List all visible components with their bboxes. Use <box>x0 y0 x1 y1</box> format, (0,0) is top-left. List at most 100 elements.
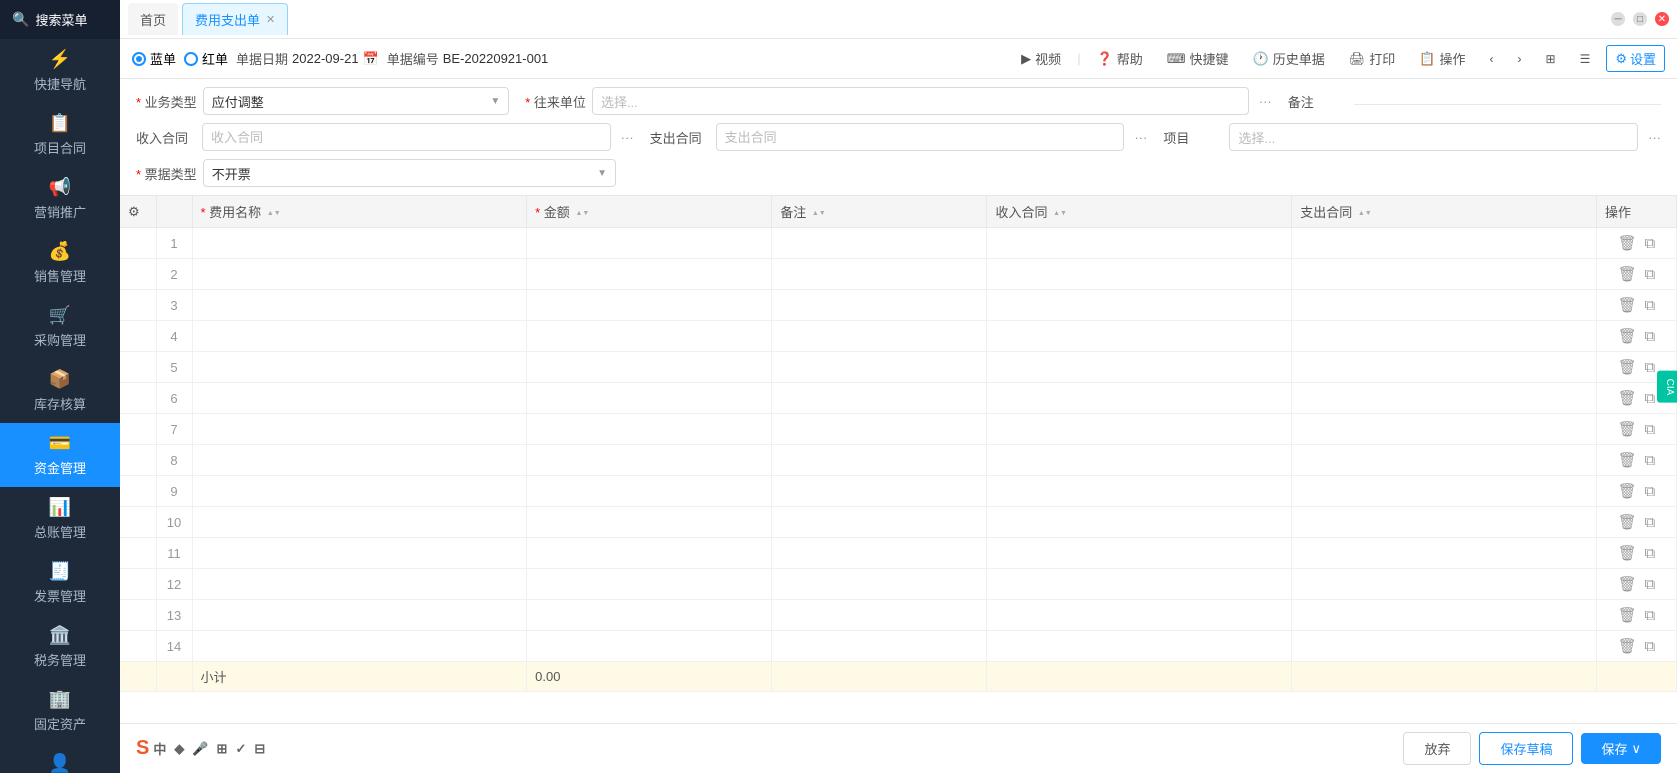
row-remark-5[interactable] <box>772 352 987 383</box>
icon-diamond[interactable]: ◆ <box>174 741 184 757</box>
row-expense-name-8[interactable] <box>192 445 527 476</box>
project-select[interactable]: 选择... <box>1229 123 1638 151</box>
row-income-contract-7[interactable] <box>987 414 1292 445</box>
row-copy-2[interactable]: ⧉ <box>1642 264 1657 285</box>
video-button[interactable]: ▶ 视频 <box>1013 46 1069 71</box>
row-amount-3[interactable] <box>527 290 772 321</box>
row-income-contract-13[interactable] <box>987 600 1292 631</box>
row-amount-8[interactable] <box>527 445 772 476</box>
expense-contract-input[interactable] <box>716 123 1125 151</box>
row-copy-8[interactable]: ⧉ <box>1642 450 1657 471</box>
row-amount-5[interactable] <box>527 352 772 383</box>
sidebar-item-sales-mgmt[interactable]: 💰销售管理 <box>0 231 120 295</box>
th-amount[interactable]: 金额 ▲▼ <box>527 196 772 228</box>
row-remark-14[interactable] <box>772 631 987 662</box>
row-copy-14[interactable]: ⧉ <box>1642 636 1657 657</box>
row-income-contract-4[interactable] <box>987 321 1292 352</box>
sidebar-item-marketing[interactable]: 📢营销推广 <box>0 167 120 231</box>
row-amount-1[interactable] <box>527 228 772 259</box>
row-expense-name-7[interactable] <box>192 414 527 445</box>
row-expense-contract-9[interactable] <box>1292 476 1597 507</box>
maximize-button[interactable]: □ <box>1633 12 1647 26</box>
save-draft-button[interactable]: 保存草稿 <box>1479 732 1573 765</box>
icon-mic[interactable]: 🎤 <box>192 741 208 757</box>
row-income-contract-6[interactable] <box>987 383 1292 414</box>
tab-close-expense[interactable]: ✕ <box>266 13 275 26</box>
sidebar-item-inventory[interactable]: 📦库存核算 <box>0 359 120 423</box>
row-copy-4[interactable]: ⧉ <box>1642 326 1657 347</box>
row-copy-6[interactable]: ⧉ <box>1642 388 1657 409</box>
row-income-contract-1[interactable] <box>987 228 1292 259</box>
minimize-button[interactable]: ─ <box>1611 12 1625 26</box>
th-expense-name[interactable]: 费用名称 ▲▼ <box>192 196 527 228</box>
row-amount-9[interactable] <box>527 476 772 507</box>
row-amount-6[interactable] <box>527 383 772 414</box>
row-expense-contract-13[interactable] <box>1292 600 1597 631</box>
row-delete-12[interactable]: 🗑 <box>1616 573 1639 595</box>
sort-remark-icon[interactable]: ▲▼ <box>812 210 826 217</box>
row-expense-name-11[interactable] <box>192 538 527 569</box>
row-amount-7[interactable] <box>527 414 772 445</box>
row-copy-12[interactable]: ⧉ <box>1642 574 1657 595</box>
row-remark-3[interactable] <box>772 290 987 321</box>
row-remark-4[interactable] <box>772 321 987 352</box>
row-copy-13[interactable]: ⧉ <box>1642 605 1657 626</box>
row-expense-contract-8[interactable] <box>1292 445 1597 476</box>
project-more-icon[interactable]: ··· <box>1648 130 1661 145</box>
number-value[interactable]: BE-20220921-001 <box>443 51 549 66</box>
th-remark[interactable]: 备注 ▲▼ <box>772 196 987 228</box>
row-expense-name-6[interactable] <box>192 383 527 414</box>
row-expense-contract-4[interactable] <box>1292 321 1597 352</box>
help-button[interactable]: ❓ 帮助 <box>1089 46 1151 71</box>
row-expense-name-3[interactable] <box>192 290 527 321</box>
row-income-contract-9[interactable] <box>987 476 1292 507</box>
row-copy-3[interactable]: ⧉ <box>1642 295 1657 316</box>
row-delete-10[interactable]: 🗑 <box>1616 511 1639 533</box>
row-expense-contract-3[interactable] <box>1292 290 1597 321</box>
radio-blue[interactable]: 蓝单 <box>132 49 176 68</box>
row-income-contract-5[interactable] <box>987 352 1292 383</box>
cia-float-button[interactable]: CIA <box>1657 370 1677 403</box>
row-expense-name-1[interactable] <box>192 228 527 259</box>
row-delete-11[interactable]: 🗑 <box>1616 542 1639 564</box>
sidebar-item-payroll[interactable]: 👤工资 <box>0 743 120 773</box>
row-expense-name-5[interactable] <box>192 352 527 383</box>
sidebar-search[interactable]: 🔍 搜索菜单 <box>0 0 120 39</box>
row-delete-3[interactable]: 🗑 <box>1616 294 1639 316</box>
row-expense-contract-6[interactable] <box>1292 383 1597 414</box>
row-expense-name-2[interactable] <box>192 259 527 290</box>
tab-home[interactable]: 首页 <box>128 3 178 35</box>
row-copy-9[interactable]: ⧉ <box>1642 481 1657 502</box>
row-expense-name-4[interactable] <box>192 321 527 352</box>
row-delete-4[interactable]: 🗑 <box>1616 325 1639 347</box>
row-delete-13[interactable]: 🗑 <box>1616 604 1639 626</box>
icon-zh[interactable]: 中 <box>153 739 166 758</box>
row-delete-8[interactable]: 🗑 <box>1616 449 1639 471</box>
row-copy-5[interactable]: ⧉ <box>1642 357 1657 378</box>
partner-select[interactable]: 选择... <box>592 87 1249 115</box>
print-button[interactable]: 🖨 打印 <box>1341 46 1404 71</box>
row-delete-6[interactable]: 🗑 <box>1616 387 1639 409</box>
invoice-type-select[interactable]: 不开票 ▼ <box>203 159 616 187</box>
income-contract-input[interactable] <box>202 123 611 151</box>
row-delete-2[interactable]: 🗑 <box>1616 263 1639 285</box>
row-remark-9[interactable] <box>772 476 987 507</box>
row-delete-5[interactable]: 🗑 <box>1616 356 1639 378</box>
icon-minus-grid[interactable]: ⊟ <box>254 741 265 757</box>
grid-view-button[interactable]: ⊞ <box>1538 49 1564 69</box>
row-income-contract-12[interactable] <box>987 569 1292 600</box>
close-button[interactable]: ✕ <box>1655 12 1669 26</box>
sidebar-item-quick-nav[interactable]: ⚡快捷导航 <box>0 39 120 103</box>
shortcut-button[interactable]: ⌨ 快捷键 <box>1159 46 1237 71</box>
actions-button[interactable]: 📋 操作 <box>1411 46 1473 71</box>
row-expense-contract-14[interactable] <box>1292 631 1597 662</box>
sort-expense-name-icon[interactable]: ▲▼ <box>267 210 281 217</box>
row-remark-11[interactable] <box>772 538 987 569</box>
row-income-contract-3[interactable] <box>987 290 1292 321</box>
row-amount-11[interactable] <box>527 538 772 569</box>
row-amount-10[interactable] <box>527 507 772 538</box>
row-expense-name-12[interactable] <box>192 569 527 600</box>
sidebar-item-accounting[interactable]: 📊总账管理 <box>0 487 120 551</box>
row-expense-contract-10[interactable] <box>1292 507 1597 538</box>
list-view-button[interactable]: ☰ <box>1572 49 1599 69</box>
